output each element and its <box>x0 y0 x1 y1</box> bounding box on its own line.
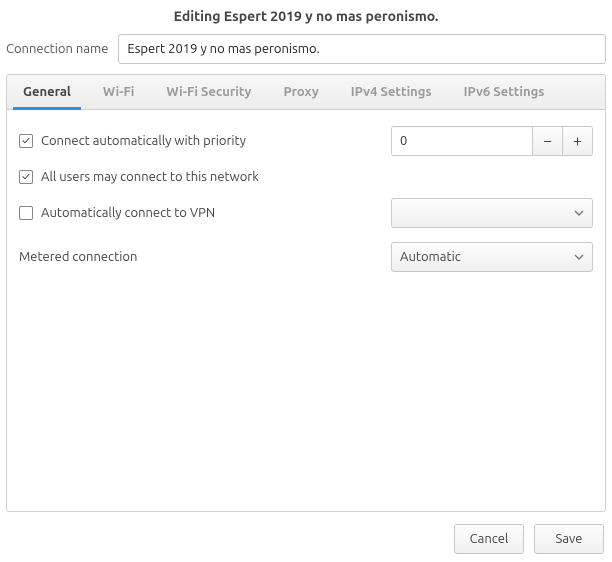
tab-wifi[interactable]: Wi-Fi <box>87 75 151 109</box>
plus-icon: + <box>573 132 582 150</box>
tab-wifi-security-label: Wi-Fi Security <box>166 85 251 99</box>
tab-ipv4[interactable]: IPv4 Settings <box>335 75 448 109</box>
panel-general: Connect automatically with priority 0 − … <box>7 110 605 288</box>
tab-general-label: General <box>23 85 71 99</box>
auto-vpn-dropdown[interactable] <box>391 198 593 228</box>
cancel-button[interactable]: Cancel <box>454 524 524 554</box>
tab-general[interactable]: General <box>7 75 87 109</box>
connection-name-value: Espert 2019 y no mas peronismo. <box>127 42 319 56</box>
save-button-label: Save <box>556 532 583 546</box>
tab-proxy[interactable]: Proxy <box>267 75 334 109</box>
chevron-down-icon <box>574 208 584 218</box>
tab-ipv6[interactable]: IPv6 Settings <box>448 75 561 109</box>
tab-ipv4-label: IPv4 Settings <box>351 85 432 99</box>
chevron-down-icon <box>574 252 584 262</box>
row-metered: Metered connection Automatic <box>19 242 593 272</box>
connection-name-row: Connection name Espert 2019 y no mas per… <box>0 30 612 74</box>
metered-dropdown[interactable]: Automatic <box>391 242 593 272</box>
tabbar: General Wi-Fi Wi-Fi Security Proxy IPv4 … <box>7 75 605 110</box>
tab-proxy-label: Proxy <box>283 85 318 99</box>
priority-text: 0 <box>400 134 407 148</box>
tab-ipv6-label: IPv6 Settings <box>464 85 545 99</box>
metered-label: Metered connection <box>19 250 137 264</box>
all-users-checkbox[interactable] <box>19 170 33 184</box>
tab-content: General Wi-Fi Wi-Fi Security Proxy IPv4 … <box>6 74 606 512</box>
cancel-button-label: Cancel <box>470 532 509 546</box>
save-button[interactable]: Save <box>534 524 604 554</box>
tab-wifi-security[interactable]: Wi-Fi Security <box>150 75 267 109</box>
row-all-users: All users may connect to this network <box>19 170 593 184</box>
minus-icon: − <box>543 132 552 150</box>
footer: Cancel Save <box>0 512 612 562</box>
connection-name-label: Connection name <box>6 42 108 56</box>
connection-name-input[interactable]: Espert 2019 y no mas peronismo. <box>118 34 606 64</box>
tab-wifi-label: Wi-Fi <box>103 85 135 99</box>
priority-increment[interactable]: + <box>562 127 592 155</box>
row-auto-vpn: Automatically connect to VPN <box>19 198 593 228</box>
auto-connect-checkbox[interactable] <box>19 134 33 148</box>
row-auto-connect: Connect automatically with priority 0 − … <box>19 126 593 156</box>
window-title: Editing Espert 2019 y no mas peronismo. <box>0 0 612 30</box>
priority-value[interactable]: 0 <box>392 127 532 155</box>
auto-connect-label: Connect automatically with priority <box>41 134 246 148</box>
auto-vpn-checkbox[interactable] <box>19 206 33 220</box>
metered-selected: Automatic <box>400 250 461 264</box>
all-users-label: All users may connect to this network <box>41 170 259 184</box>
priority-decrement[interactable]: − <box>532 127 562 155</box>
auto-vpn-label: Automatically connect to VPN <box>41 206 215 220</box>
priority-stepper[interactable]: 0 − + <box>391 126 593 156</box>
